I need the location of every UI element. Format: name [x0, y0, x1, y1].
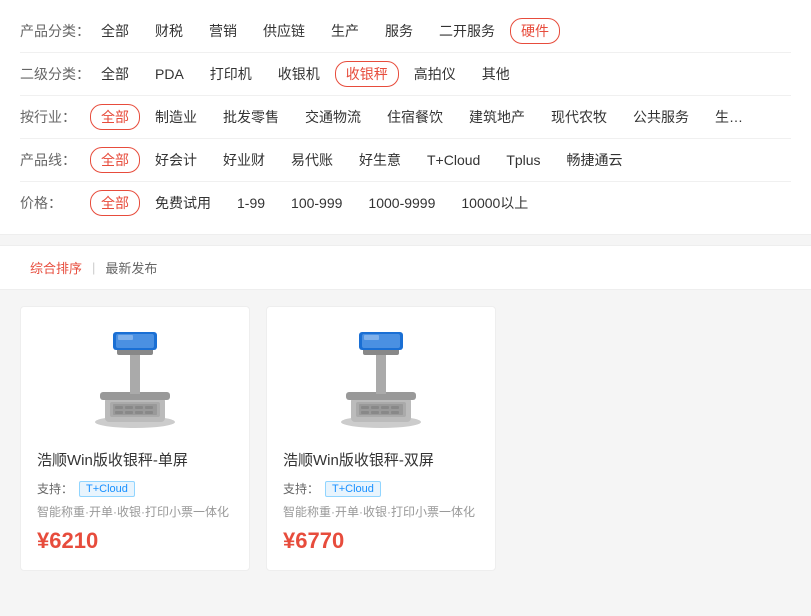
filter-item-manufacturing[interactable]: 制造业: [144, 104, 208, 130]
sort-item-comprehensive[interactable]: 综合排序: [20, 254, 92, 281]
price-filter-label: 价格：: [20, 193, 90, 213]
filter-item-cashier[interactable]: 收银机: [267, 61, 331, 87]
filter-item-all[interactable]: 全部: [90, 104, 140, 130]
filter-item-realestate[interactable]: 建筑地产: [458, 104, 536, 130]
product-image: [283, 327, 479, 437]
category-filter-label: 产品分类：: [20, 21, 90, 41]
filter-item-finance[interactable]: 财税: [144, 18, 194, 44]
product-support: 支持： T+Cloud: [37, 480, 233, 497]
product-card-product-2[interactable]: 浩顺Win版收银秤-双屏支持： T+Cloud 智能称重·开单·收银·打印小票一体化…: [266, 306, 496, 571]
filter-item-wholesale[interactable]: 批发零售: [212, 104, 290, 130]
product-desc: 智能称重·开单·收银·打印小票一体化: [37, 503, 233, 520]
product-desc: 智能称重·开单·收银·打印小票一体化: [283, 503, 479, 520]
productline-filter-items: 全部好会计好业财易代账好生意T+CloudTplus畅捷通云: [90, 147, 634, 173]
price-filter-row: 价格： 全部免费试用1-99100-9991000-999910000以上: [20, 182, 791, 224]
support-label: 支持：: [37, 480, 73, 497]
filter-item-agri[interactable]: 现代农牧: [540, 104, 618, 130]
filter-item-pda[interactable]: PDA: [144, 63, 195, 85]
filter-item-tcloud[interactable]: T+Cloud: [416, 149, 491, 171]
filter-item-p2[interactable]: 100-999: [280, 192, 353, 214]
filter-item-smooth[interactable]: 畅捷通云: [556, 147, 634, 173]
productline-filter-label: 产品线：: [20, 150, 90, 170]
category-filter-items: 全部财税营销供应链生产服务二开服务硬件: [90, 18, 560, 44]
filter-item-hardware[interactable]: 硬件: [510, 18, 560, 44]
support-badge: T+Cloud: [325, 481, 381, 497]
product-price: ¥6210: [37, 528, 233, 554]
product-image: [37, 327, 233, 437]
subcategory-filter-label: 二级分类：: [20, 64, 90, 84]
filter-section: 产品分类： 全部财税营销供应链生产服务二开服务硬件 二级分类： 全部PDA打印机…: [0, 0, 811, 235]
filter-item-printer[interactable]: 打印机: [199, 61, 263, 87]
filter-item-public[interactable]: 公共服务: [622, 104, 700, 130]
filter-item-production[interactable]: 生产: [320, 18, 370, 44]
filter-item-finance2[interactable]: 好业财: [212, 147, 276, 173]
industry-filter-label: 按行业：: [20, 107, 90, 127]
filter-item-service[interactable]: 服务: [374, 18, 424, 44]
filter-item-all[interactable]: 全部: [90, 147, 140, 173]
filter-item-bio[interactable]: 生…: [704, 104, 754, 130]
product-card-product-1[interactable]: 浩顺Win版收银秤-单屏支持： T+Cloud 智能称重·开单·收银·打印小票一体化…: [20, 306, 250, 571]
filter-item-opendev[interactable]: 二开服务: [428, 18, 506, 44]
filter-item-all[interactable]: 全部: [90, 61, 140, 87]
subcategory-filter-items: 全部PDA打印机收银机收银秤高拍仪其他: [90, 61, 521, 87]
price-filter-items: 全部免费试用1-99100-9991000-999910000以上: [90, 190, 539, 216]
product-name: 浩顺Win版收银秤-双屏: [283, 449, 479, 470]
filter-item-proxy[interactable]: 易代账: [280, 147, 344, 173]
filter-item-hotel[interactable]: 住宿餐饮: [376, 104, 454, 130]
filter-item-biz[interactable]: 好生意: [348, 147, 412, 173]
sort-item-latest[interactable]: 最新发布: [95, 254, 167, 281]
filter-item-transport[interactable]: 交通物流: [294, 104, 372, 130]
filter-item-tplus[interactable]: Tplus: [495, 149, 551, 171]
filter-item-scale[interactable]: 收银秤: [335, 61, 399, 87]
productline-filter-row: 产品线： 全部好会计好业财易代账好生意T+CloudTplus畅捷通云: [20, 139, 791, 182]
filter-item-free[interactable]: 免费试用: [144, 190, 222, 216]
filter-item-p1[interactable]: 1-99: [226, 192, 276, 214]
filter-item-marketing[interactable]: 营销: [198, 18, 248, 44]
product-price: ¥6770: [283, 528, 479, 554]
support-label: 支持：: [283, 480, 319, 497]
subcategory-filter-row: 二级分类： 全部PDA打印机收银机收银秤高拍仪其他: [20, 53, 791, 96]
product-grid: 浩顺Win版收银秤-单屏支持： T+Cloud 智能称重·开单·收银·打印小票一体化…: [0, 290, 811, 587]
product-support: 支持： T+Cloud: [283, 480, 479, 497]
sort-bar: 综合排序 | 最新发布: [0, 245, 811, 290]
industry-filter-row: 按行业： 全部制造业批发零售交通物流住宿餐饮建筑地产现代农牧公共服务生…: [20, 96, 791, 139]
product-name: 浩顺Win版收银秤-单屏: [37, 449, 233, 470]
industry-filter-items: 全部制造业批发零售交通物流住宿餐饮建筑地产现代农牧公共服务生…: [90, 104, 754, 130]
filter-item-account[interactable]: 好会计: [144, 147, 208, 173]
filter-item-all[interactable]: 全部: [90, 190, 140, 216]
support-badge: T+Cloud: [79, 481, 135, 497]
filter-item-highcam[interactable]: 高拍仪: [403, 61, 467, 87]
filter-item-all[interactable]: 全部: [90, 18, 140, 44]
filter-item-supply[interactable]: 供应链: [252, 18, 316, 44]
filter-item-p4[interactable]: 10000以上: [450, 190, 539, 216]
filter-item-p3[interactable]: 1000-9999: [357, 192, 446, 214]
category-filter-row: 产品分类： 全部财税营销供应链生产服务二开服务硬件: [20, 10, 791, 53]
filter-item-other[interactable]: 其他: [471, 61, 521, 87]
